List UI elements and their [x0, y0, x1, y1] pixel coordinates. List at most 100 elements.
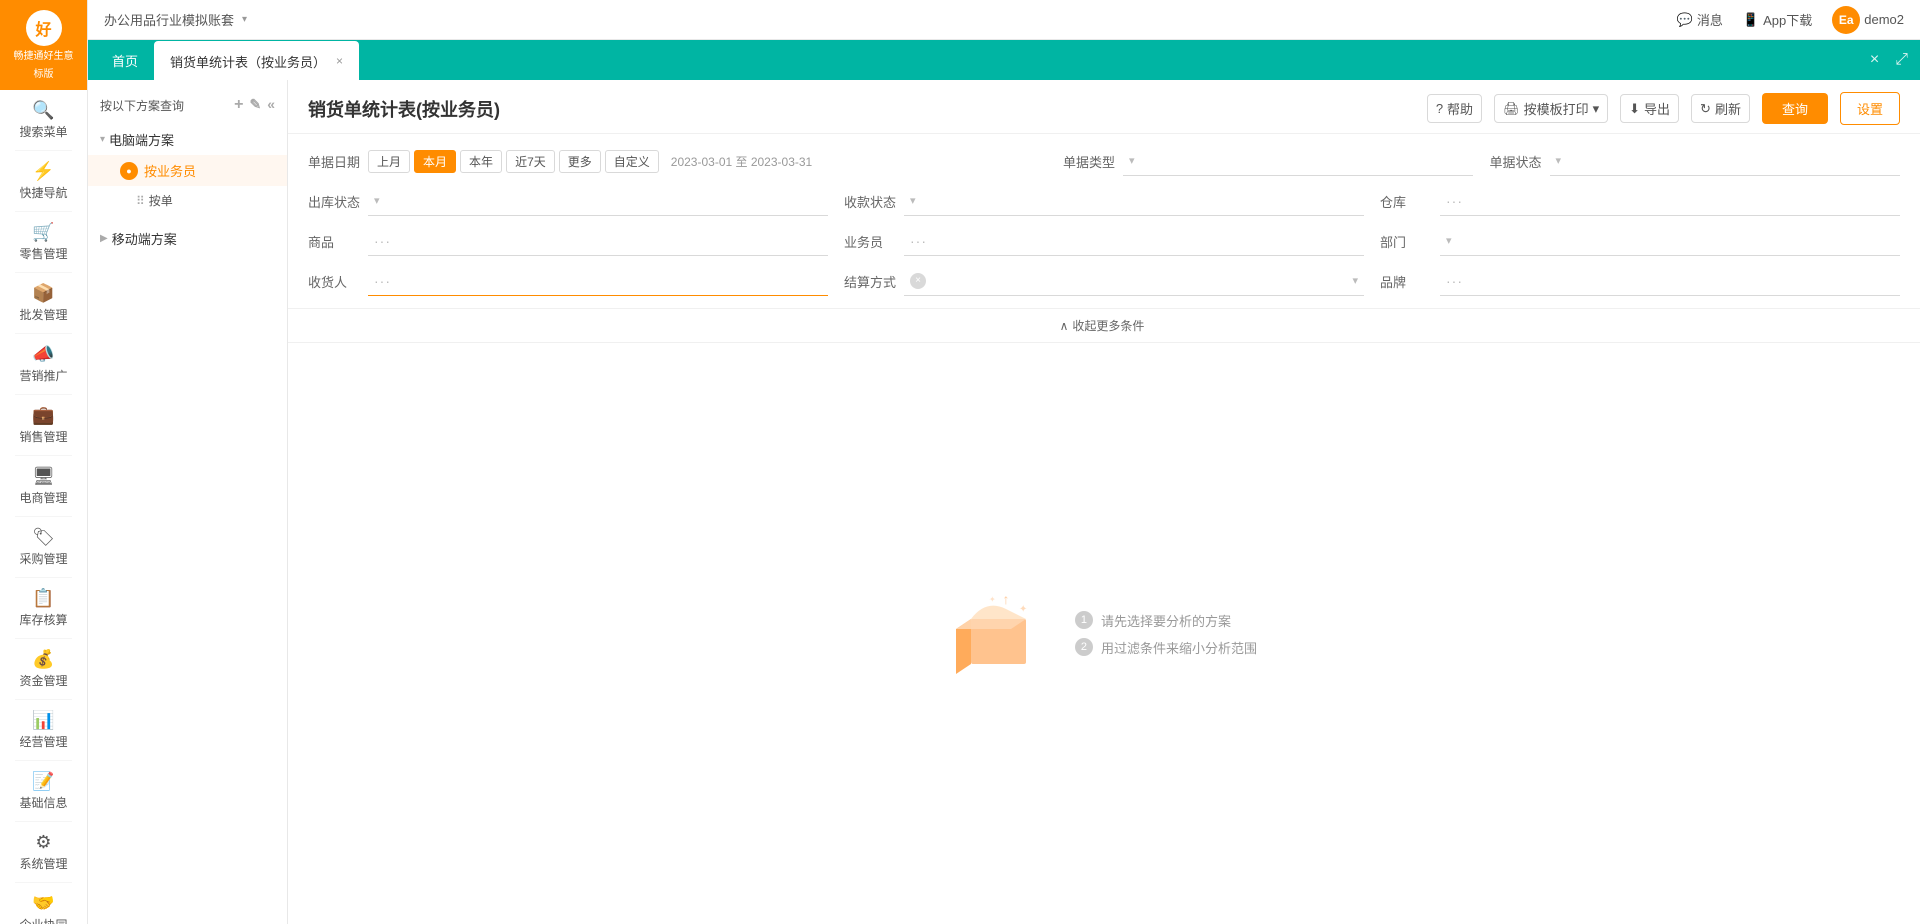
- sidebar-item-label-13: 企业协同: [19, 916, 67, 924]
- sidebar-item-1[interactable]: ⚡快捷导航: [15, 151, 71, 212]
- query-button[interactable]: 查询: [1762, 93, 1828, 124]
- warehouse-dots-icon: ···: [1446, 193, 1463, 209]
- sidebar-item-icon-13: 🤝: [32, 893, 54, 914]
- out-status-label: 出库状态: [308, 192, 360, 211]
- panel-collapse-icon[interactable]: «: [267, 96, 275, 114]
- empty-illustration: ↑ ✦ ✦: [951, 584, 1051, 684]
- tip-number-2: 2: [1075, 638, 1093, 656]
- tab-close-icon[interactable]: ×: [336, 54, 343, 68]
- user-area[interactable]: Ea demo2: [1832, 6, 1904, 34]
- sidebar-item-8[interactable]: 📋库存核算: [15, 578, 71, 639]
- page-actions: ? 帮助 🖨 按模板打印 ▾ ⬇ 导出 ↻ 刷新: [1427, 92, 1900, 125]
- current-app-name[interactable]: 办公用品行业模拟账套: [104, 10, 234, 29]
- warehouse-label: 仓库: [1380, 192, 1432, 211]
- sidebar-item-label-2: 零售管理: [19, 245, 67, 262]
- sidebar-item-label-0: 搜索菜单: [19, 123, 67, 140]
- settle-clear-icon[interactable]: ×: [910, 273, 926, 289]
- desktop-section: ▾ 电脑端方案 ● 按业务员 ⠿ 按单: [88, 120, 287, 219]
- date-filter-item: 单据日期 上月本月本年近7天更多自定义 2023-03-01 至 2023-03…: [308, 150, 1047, 173]
- brand-input[interactable]: ···: [1440, 266, 1900, 296]
- product-filter-item: 商品 ···: [308, 226, 828, 256]
- date-option-3[interactable]: 近7天: [506, 150, 555, 173]
- help-button[interactable]: ? 帮助: [1427, 94, 1482, 123]
- refresh-button[interactable]: ↻ 刷新: [1691, 94, 1750, 123]
- sidebar-item-icon-6: 🖥: [32, 466, 55, 487]
- date-options: 上月本月本年近7天更多自定义: [368, 150, 659, 173]
- sidebar-item-5[interactable]: 💼销售管理: [15, 395, 71, 456]
- doc-type-filter-item: 单据类型 ▾: [1063, 146, 1474, 176]
- collect-status-input[interactable]: ▾: [904, 186, 1364, 216]
- export-label: 导出: [1644, 99, 1670, 118]
- date-option-0[interactable]: 上月: [368, 150, 410, 173]
- date-range-text: 2023-03-01 至 2023-03-31: [671, 153, 812, 170]
- sidebar-item-label-3: 批发管理: [19, 306, 67, 323]
- sidebar-item-4[interactable]: 📣营销推广: [15, 334, 71, 395]
- panel-header-label: 按以下方案查询: [100, 97, 184, 114]
- by-salesperson-item[interactable]: ● 按业务员: [88, 155, 287, 186]
- date-option-5[interactable]: 自定义: [605, 150, 659, 173]
- sidebar-item-10[interactable]: 📊经营管理: [15, 700, 71, 761]
- home-tab[interactable]: 首页: [96, 40, 154, 80]
- doc-status-arrow-icon: ▾: [1556, 154, 1562, 167]
- brand-dots-icon: ···: [1446, 273, 1463, 289]
- doc-status-input[interactable]: ▾: [1550, 146, 1901, 176]
- print-button[interactable]: 🖨 按模板打印 ▾: [1494, 94, 1608, 123]
- warehouse-input[interactable]: ···: [1440, 186, 1900, 216]
- sidebar-logo[interactable]: 好 畅捷通好生意 标版: [0, 0, 88, 90]
- sidebar-item-9[interactable]: 💰资金管理: [15, 639, 71, 700]
- sidebar-logo-text: 畅捷通好生意: [14, 50, 74, 63]
- settle-input[interactable]: × ▾: [904, 266, 1364, 296]
- by-doc-item[interactable]: ⠿ 按单: [88, 186, 287, 215]
- left-panel: 按以下方案查询 + ✎ « ▾ 电脑端方案 ● 按业务员: [88, 80, 288, 924]
- tab-maximize-icon[interactable]: ⤢: [1891, 47, 1912, 73]
- help-icon: ?: [1436, 101, 1443, 116]
- sidebar-item-2[interactable]: 🛒 零售管理: [15, 212, 71, 273]
- desktop-parent[interactable]: ▾ 电脑端方案: [88, 124, 287, 155]
- panel-add-icon[interactable]: +: [234, 96, 243, 114]
- doc-type-input[interactable]: ▾: [1123, 146, 1474, 176]
- sidebar-item-icon-5: 💼: [32, 405, 54, 426]
- export-button[interactable]: ⬇ 导出: [1620, 94, 1679, 123]
- sidebar-item-11[interactable]: 📝基础信息: [15, 761, 71, 822]
- tab-minimize-icon[interactable]: ×: [1866, 47, 1883, 73]
- date-option-4[interactable]: 更多: [559, 150, 601, 173]
- sidebar-item-label-8: 库存核算: [19, 611, 67, 628]
- by-salesperson-label: 按业务员: [144, 161, 196, 180]
- sidebar-item-7[interactable]: 🏷采购管理: [15, 517, 71, 578]
- settings-button[interactable]: 设置: [1840, 92, 1900, 125]
- panel-edit-icon[interactable]: ✎: [249, 96, 261, 114]
- message-button[interactable]: 💬 消息: [1677, 10, 1723, 29]
- sidebar-item-12[interactable]: ⚙系统管理: [15, 822, 71, 883]
- date-option-2[interactable]: 本年: [460, 150, 502, 173]
- sub-icon: ⠿: [136, 194, 145, 208]
- sidebar-item-icon-2: 🛒: [32, 222, 54, 243]
- sidebar-item-6[interactable]: 🖥电商管理: [15, 456, 71, 517]
- active-tab[interactable]: 销货单统计表（按业务员） ×: [154, 41, 359, 81]
- doc-status-filter-item: 单据状态 ▾: [1489, 146, 1900, 176]
- sidebar-item-0[interactable]: 🔍 搜索菜单: [15, 90, 71, 151]
- empty-tips: 1 请先选择要分析的方案 2 用过滤条件来缩小分析范围: [1075, 611, 1257, 657]
- filter-row-4: 收货人 ··· 结算方式 × ▾ 品牌: [308, 266, 1900, 296]
- topbar-right: 💬 消息 📱 App下载 Ea demo2: [1677, 6, 1904, 34]
- receiver-input[interactable]: ···: [368, 266, 828, 296]
- collapse-row[interactable]: ∧ 收起更多条件: [288, 309, 1920, 343]
- dropdown-arrow-icon[interactable]: ▾: [242, 14, 247, 25]
- dept-filter-item: 部门 ▾: [1380, 226, 1900, 256]
- active-tab-label: 销货单统计表（按业务员）: [170, 52, 326, 71]
- mobile-parent[interactable]: ▶ 移动端方案: [88, 223, 287, 254]
- sidebar-item-3[interactable]: 📦批发管理: [15, 273, 71, 334]
- date-option-1[interactable]: 本月: [414, 150, 456, 173]
- sidebar-item-icon-0: 🔍: [32, 100, 54, 121]
- sidebar-logo-version: 标版: [34, 65, 54, 80]
- refresh-label: 刷新: [1715, 99, 1741, 118]
- app-download-button[interactable]: 📱 App下载: [1743, 10, 1812, 29]
- sidebar-items-container: 🔍 搜索菜单 ⚡快捷导航 🛒 零售管理 📦批发管理📣营销推广💼销售管理🖥电商管理🏷采购管理…: [15, 90, 71, 924]
- svg-text:↑: ↑: [1002, 591, 1009, 607]
- collapse-chevron-icon: ∧: [1060, 319, 1069, 333]
- sidebar-item-icon-11: 📝: [32, 771, 54, 792]
- product-input[interactable]: ···: [368, 226, 828, 256]
- out-status-input[interactable]: ▾: [368, 186, 828, 216]
- sidebar-item-13[interactable]: 🤝 企业协同: [15, 883, 71, 924]
- dept-input[interactable]: ▾: [1440, 226, 1900, 256]
- salesperson-input[interactable]: ···: [904, 226, 1364, 256]
